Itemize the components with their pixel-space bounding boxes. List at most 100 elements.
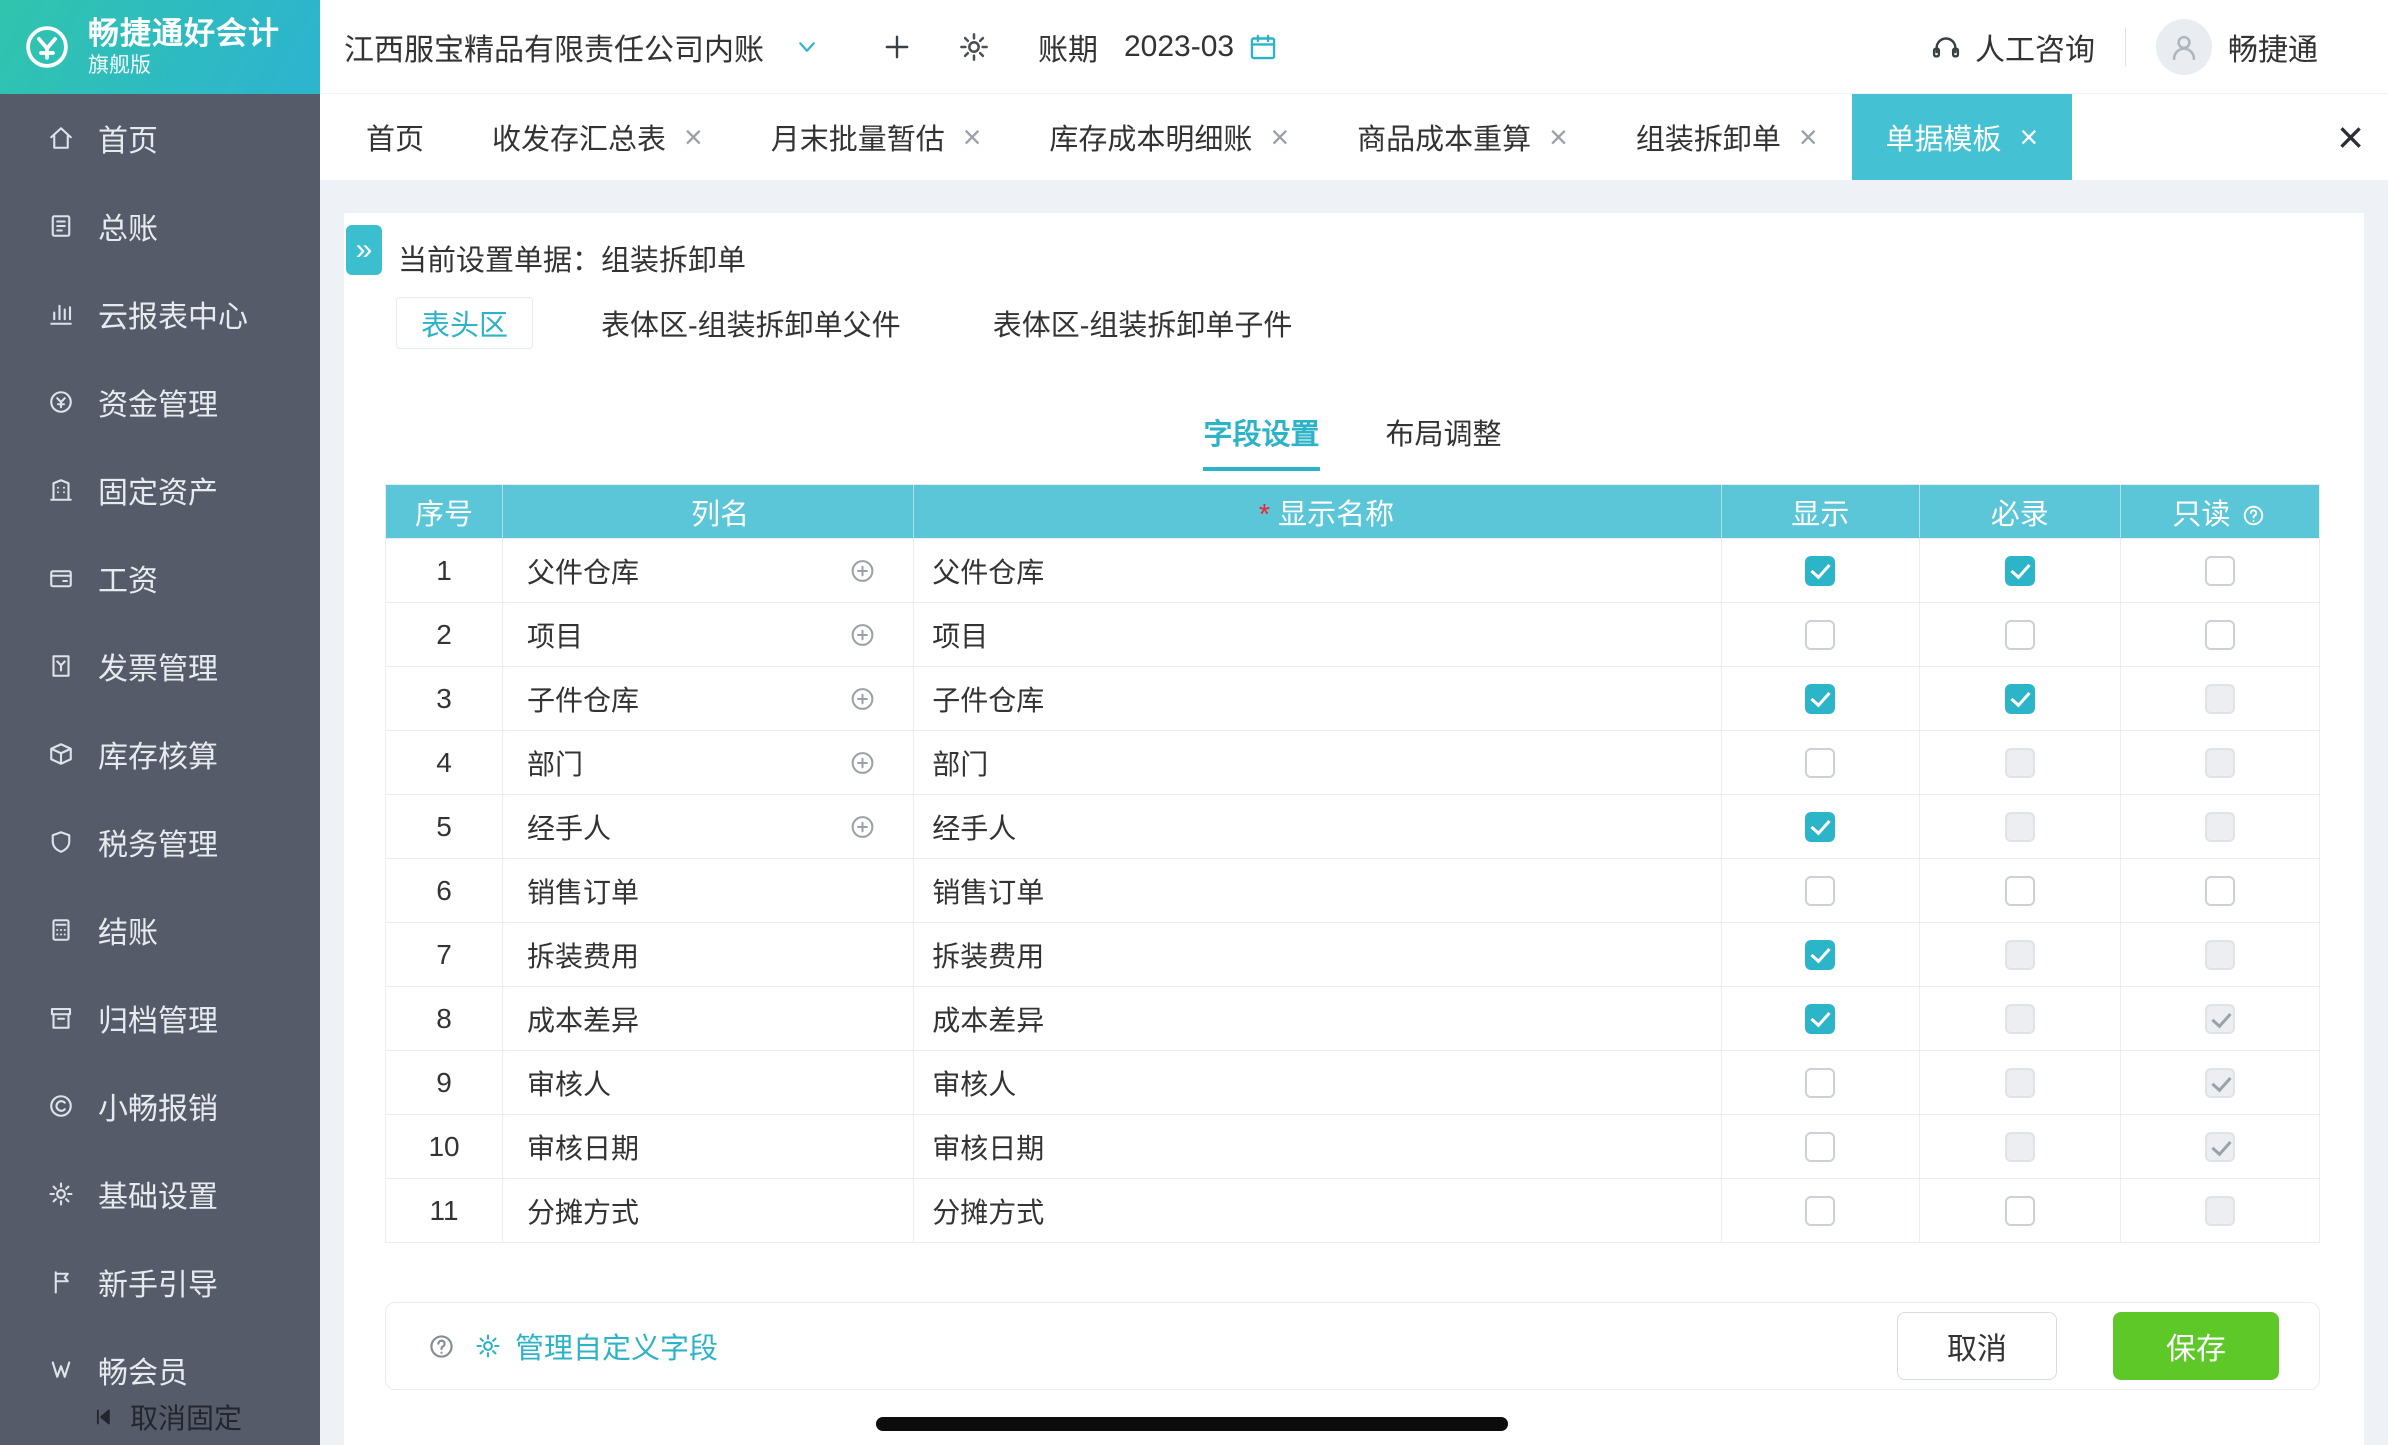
required-checkbox[interactable] — [2004, 1195, 2035, 1226]
settings-gear-icon[interactable] — [956, 29, 992, 65]
readonly-checkbox — [2204, 811, 2235, 842]
app-logo: 畅捷通好会计 旗舰版 — [0, 0, 320, 94]
collapse-button[interactable]: » — [346, 225, 382, 275]
sidebar-item-closing[interactable]: 结账 — [0, 886, 320, 974]
tab-close-icon[interactable]: × — [1799, 121, 1818, 153]
show-cell — [1720, 538, 1920, 603]
section-tab-body-child[interactable]: 表体区-组装拆卸单子件 — [969, 297, 1317, 349]
show-checkbox[interactable] — [1805, 1003, 1836, 1034]
add-column-button[interactable] — [848, 812, 877, 841]
tab-close-icon[interactable]: × — [2020, 121, 2039, 153]
row-index-cell: 3 — [384, 666, 504, 731]
readonly-checkbox — [2204, 683, 2235, 714]
calendar-icon[interactable] — [1246, 30, 1280, 64]
sidebar-item-reimburse[interactable]: 小畅报销 — [0, 1062, 320, 1150]
person-icon — [2166, 29, 2202, 65]
readonly-cell — [2119, 1050, 2321, 1115]
show-checkbox[interactable] — [1805, 619, 1836, 650]
display-name-cell: 成本差异 — [913, 986, 1722, 1051]
column-header-label: 序号 — [415, 498, 474, 531]
sidebar-item-label: 总账 — [98, 213, 158, 246]
sidebar-item-cloud-reports[interactable]: 云报表中心 — [0, 270, 320, 358]
tab-assembly-order[interactable]: 组装拆卸单 × — [1602, 94, 1852, 180]
sub-tab-layout-adjust[interactable]: 布局调整 — [1386, 411, 1502, 471]
funds-icon — [46, 387, 76, 417]
manage-custom-fields-link[interactable]: 管理自定义字段 — [515, 1325, 718, 1367]
save-button[interactable]: 保存 — [2113, 1312, 2279, 1380]
show-checkbox[interactable] — [1805, 683, 1836, 714]
tab-month-end-estimate[interactable]: 月末批量暂估 × — [737, 94, 1016, 180]
row-index-cell: 4 — [384, 730, 504, 795]
sidebar-item-guide[interactable]: 新手引导 — [0, 1238, 320, 1326]
section-tab-body-parent[interactable]: 表体区-组装拆卸单父件 — [577, 297, 925, 349]
sidebar-item-home[interactable]: 首页 — [0, 94, 320, 182]
tab-product-cost-recalc[interactable]: 商品成本重算 × — [1323, 94, 1602, 180]
support-link[interactable]: 人工咨询 — [1975, 25, 2095, 69]
display-name-cell: 子件仓库 — [913, 666, 1722, 731]
show-checkbox[interactable] — [1805, 747, 1836, 778]
sidebar-item-fixed-assets[interactable]: 固定资产 — [0, 446, 320, 534]
required-cell — [1918, 538, 2121, 603]
sidebar-item-invoice[interactable]: 发票管理 — [0, 622, 320, 710]
required-checkbox[interactable] — [2004, 555, 2035, 586]
tab-inout-summary[interactable]: 收发存汇总表 × — [458, 94, 737, 180]
required-checkbox[interactable] — [2004, 683, 2035, 714]
readonly-checkbox[interactable] — [2204, 555, 2235, 586]
tab-close-icon[interactable]: × — [1270, 121, 1289, 153]
column-name-cell: 审核日期 — [502, 1114, 915, 1179]
add-column-button[interactable] — [848, 684, 877, 713]
tab-inventory-cost-ledger[interactable]: 库存成本明细账 × — [1015, 94, 1323, 180]
cancel-button[interactable]: 取消 — [1897, 1312, 2057, 1380]
sidebar-item-funds[interactable]: 资金管理 — [0, 358, 320, 446]
sidebar-item-inventory[interactable]: 库存核算 — [0, 710, 320, 798]
invoice-icon — [46, 651, 76, 681]
company-selector[interactable]: 江西服宝精品有限责任公司内账 — [344, 25, 822, 69]
required-checkbox[interactable] — [2004, 619, 2035, 650]
sidebar-item-archive[interactable]: 归档管理 — [0, 974, 320, 1062]
tab-doc-template[interactable]: 单据模板 × — [1851, 94, 2073, 180]
help-circle-icon[interactable] — [426, 1331, 457, 1362]
sidebar-item-tax[interactable]: 税务管理 — [0, 798, 320, 886]
tab-close-icon[interactable]: × — [963, 121, 982, 153]
close-all-icon[interactable]: × — [2337, 114, 2364, 160]
show-checkbox[interactable] — [1805, 1195, 1836, 1226]
sidebar-item-payroll[interactable]: 工资 — [0, 534, 320, 622]
show-checkbox[interactable] — [1805, 875, 1836, 906]
asset-icon — [46, 475, 76, 505]
required-checkbox[interactable] — [2004, 875, 2035, 906]
tab-close-icon[interactable]: × — [1549, 121, 1568, 153]
add-column-button[interactable] — [848, 556, 877, 585]
table-row: 11 分摊方式 分摊方式 — [384, 1178, 2321, 1243]
show-checkbox[interactable] — [1805, 939, 1836, 970]
sidebar-item-general-ledger[interactable]: 总账 — [0, 182, 320, 270]
show-checkbox[interactable] — [1805, 1067, 1836, 1098]
horizontal-scrollbar[interactable] — [876, 1417, 1508, 1431]
show-checkbox[interactable] — [1805, 811, 1836, 842]
row-index-cell: 9 — [384, 1050, 504, 1115]
add-column-button[interactable] — [848, 620, 877, 649]
current-doc-label: 当前设置单据：组装拆卸单 — [398, 245, 747, 277]
sub-tab-field-settings[interactable]: 字段设置 — [1203, 411, 1320, 471]
add-plus-icon[interactable] — [880, 30, 914, 64]
add-column-button[interactable] — [848, 748, 877, 777]
readonly-checkbox[interactable] — [2204, 619, 2235, 650]
tab-close-icon[interactable]: × — [684, 121, 703, 153]
sidebar-item-settings[interactable]: 基础设置 — [0, 1150, 320, 1238]
readonly-checkbox — [2204, 1131, 2235, 1162]
readonly-checkbox[interactable] — [2204, 875, 2235, 906]
show-checkbox[interactable] — [1805, 1131, 1836, 1162]
section-tab-header-area[interactable]: 表头区 — [396, 297, 534, 349]
username[interactable]: 畅捷通 — [2228, 25, 2318, 69]
column-header-label: 显示 — [1791, 498, 1850, 531]
required-cell — [1918, 794, 2121, 859]
sidebar-item-label: 基础设置 — [98, 1181, 218, 1214]
avatar[interactable] — [2156, 19, 2212, 75]
period-value[interactable]: 2023-03 — [1124, 30, 1234, 64]
unpin-button[interactable]: 取消固定 — [0, 1389, 320, 1445]
show-checkbox[interactable] — [1805, 555, 1836, 586]
column-header-column: 列名 — [502, 484, 915, 539]
tab-home[interactable]: 首页 — [332, 94, 458, 180]
chevron-down-icon — [792, 32, 822, 62]
tab-label: 库存成本明细账 — [1049, 124, 1253, 156]
tab-bar: 首页 收发存汇总表 × 月末批量暂估 × 库存成本明细账 × 商品成本重算 × 组装拆卸单 × 单据模… — [320, 94, 2388, 180]
